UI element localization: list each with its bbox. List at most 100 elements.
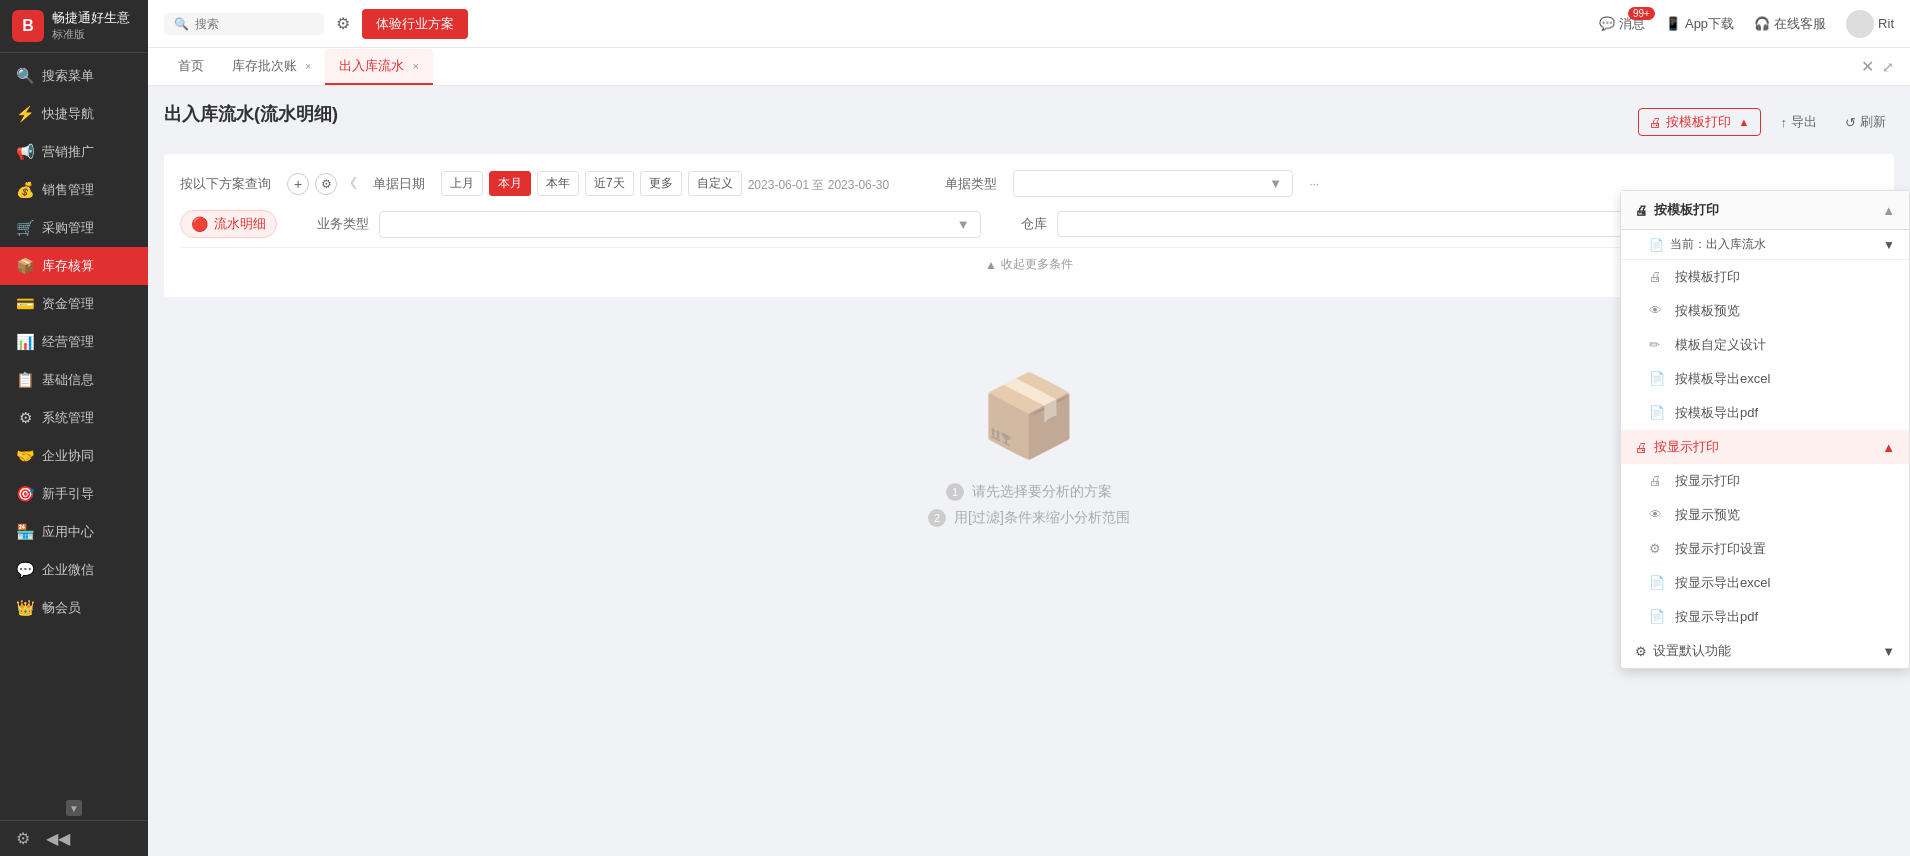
- sidebar-item-collab[interactable]: 🤝 企业协同: [0, 437, 148, 475]
- sidebar-item-system[interactable]: ⚙ 系统管理: [0, 399, 148, 437]
- export-btn[interactable]: ↑ 导出: [1773, 109, 1826, 135]
- step-num-2: 2: [928, 509, 946, 527]
- guide-icon: 🎯: [16, 485, 34, 503]
- sidebar-label-sales: 销售管理: [42, 181, 94, 199]
- topbar-settings-icon[interactable]: ⚙: [336, 14, 350, 33]
- sidebar-label-marketing: 营销推广: [42, 143, 94, 161]
- page-title: 出入库流水(流水明细): [164, 102, 338, 126]
- online-service-btn[interactable]: 🎧 在线客服: [1754, 15, 1826, 33]
- dropdown-printer-icon: 🖨: [1635, 203, 1648, 218]
- topbar-search[interactable]: 🔍: [164, 13, 324, 35]
- doc-type-select[interactable]: ▼: [1013, 170, 1293, 197]
- settings-icon[interactable]: ⚙: [16, 829, 30, 848]
- tab-home[interactable]: 首页: [164, 49, 218, 85]
- tab-batch-close[interactable]: ×: [305, 60, 311, 72]
- step-num-1: 1: [946, 483, 964, 501]
- business-type-select[interactable]: ▼: [379, 211, 981, 238]
- sidebar-item-weixin[interactable]: 💬 企业微信: [0, 551, 148, 589]
- current-arrow-icon: ▼: [1883, 238, 1895, 252]
- date-btn-this-month[interactable]: 本月: [489, 171, 531, 196]
- date-btn-more[interactable]: 更多: [640, 171, 682, 196]
- business-type-arrow-icon: ▼: [957, 217, 970, 232]
- dropdown-template-custom[interactable]: ✏ 模板自定义设计: [1621, 328, 1909, 362]
- tab-close-all-icon[interactable]: ✕: [1861, 57, 1874, 76]
- finance-icon: 💳: [16, 295, 34, 313]
- tab-flow-close[interactable]: ×: [412, 60, 418, 72]
- sidebar-item-marketing[interactable]: 📢 营销推广: [0, 133, 148, 171]
- doc-type-more-btn[interactable]: ···: [1309, 177, 1319, 191]
- sidebar-label-shortcut: 快捷导航: [42, 105, 94, 123]
- dropdown-template-pdf[interactable]: 📄 按模板导出pdf: [1621, 396, 1909, 430]
- sidebar-label-operation: 经营管理: [42, 333, 94, 351]
- shortcut-icon: ⚡: [16, 105, 34, 123]
- page-content: 出入库流水(流水明细) 🖨 按模板打印 ▲ ↑ 导出 ↺ 刷新: [148, 86, 1910, 856]
- sidebar-item-guide[interactable]: 🎯 新手引导: [0, 475, 148, 513]
- tab-batch[interactable]: 库存批次账 ×: [218, 49, 325, 85]
- warehouse-label: 仓库: [1021, 215, 1047, 233]
- inventory-icon: 📦: [16, 257, 34, 275]
- sidebar-label-search: 搜索菜单: [42, 67, 94, 85]
- empty-icon: 📦: [979, 369, 1079, 463]
- logo-icon: B: [12, 10, 44, 42]
- dropdown-display-settings[interactable]: ⚙ 按显示打印设置: [1621, 532, 1909, 566]
- refresh-btn[interactable]: ↺ 刷新: [1837, 109, 1894, 135]
- sidebar-scroll-down[interactable]: ▼: [0, 796, 148, 820]
- dropdown-display-print[interactable]: 🖨 按显示打印: [1621, 464, 1909, 498]
- sidebar-nav: 🔍 搜索菜单 ⚡ 快捷导航 📢 营销推广 💰 销售管理 🛒 采购管理 📦 库存核…: [0, 53, 148, 796]
- collab-icon: 🤝: [16, 447, 34, 465]
- template-excel-icon: 📄: [1649, 371, 1665, 387]
- dropdown-footer[interactable]: ⚙ 设置默认功能 ▼: [1621, 634, 1909, 668]
- dropdown-arrow-icon[interactable]: ▲: [1882, 203, 1895, 218]
- filter-settings-btn[interactable]: ⚙: [315, 173, 337, 195]
- sidebar-item-shortcut[interactable]: ⚡ 快捷导航: [0, 95, 148, 133]
- export-icon: ↑: [1781, 115, 1788, 130]
- filter-collapse-btn[interactable]: 《: [343, 175, 357, 193]
- message-btn[interactable]: 💬 消息 99+: [1599, 15, 1645, 33]
- sidebar-label-weixin: 企业微信: [42, 561, 94, 579]
- empty-step-2: 2 用[过滤]条件来缩小分析范围: [928, 509, 1130, 527]
- collapse-sidebar-icon[interactable]: ◀◀: [46, 829, 70, 848]
- display-section-header[interactable]: 🖨 按显示打印 ▲: [1621, 430, 1909, 464]
- system-icon: ⚙: [16, 409, 34, 427]
- filter-add-btn[interactable]: +: [287, 173, 309, 195]
- sidebar-label-system: 系统管理: [42, 409, 94, 427]
- sidebar-item-sales[interactable]: 💰 销售管理: [0, 171, 148, 209]
- date-btn-custom[interactable]: 自定义: [688, 171, 742, 196]
- dropdown-template-excel[interactable]: 📄 按模板导出excel: [1621, 362, 1909, 396]
- sidebar-item-appstore[interactable]: 🏪 应用中心: [0, 513, 148, 551]
- user-area[interactable]: Rit: [1846, 10, 1894, 38]
- operation-icon: 📊: [16, 333, 34, 351]
- sidebar-item-member[interactable]: 👑 畅会员: [0, 589, 148, 627]
- display-preview-icon: 👁: [1649, 507, 1665, 523]
- dropdown-display-pdf[interactable]: 📄 按显示导出pdf: [1621, 600, 1909, 634]
- sidebar-item-purchase[interactable]: 🛒 采购管理: [0, 209, 148, 247]
- dropdown-display-excel[interactable]: 📄 按显示导出excel: [1621, 566, 1909, 600]
- dropdown-display-preview[interactable]: 👁 按显示预览: [1621, 498, 1909, 532]
- template-print-btn[interactable]: 🖨 按模板打印 ▲: [1638, 108, 1761, 136]
- dropdown-template-print[interactable]: 🖨 按模板打印: [1621, 260, 1909, 294]
- doc-type-label: 单据类型: [945, 175, 997, 193]
- warehouse-item: 仓库 ···: [1021, 211, 1685, 237]
- sidebar-item-inventory[interactable]: 📦 库存核算: [0, 247, 148, 285]
- sidebar-label-collab: 企业协同: [42, 447, 94, 465]
- sidebar-item-basic[interactable]: 📋 基础信息: [0, 361, 148, 399]
- topbar-search-input[interactable]: [195, 17, 314, 31]
- sidebar-item-search[interactable]: 🔍 搜索菜单: [0, 57, 148, 95]
- tab-expand-icon[interactable]: ⤢: [1882, 59, 1894, 75]
- dropdown-template-preview[interactable]: 👁 按模板预览: [1621, 294, 1909, 328]
- tab-flow[interactable]: 出入库流水 ×: [325, 49, 432, 85]
- appstore-icon: 🏪: [16, 523, 34, 541]
- tabs-actions: ✕ ⤢: [1861, 57, 1894, 76]
- sidebar-item-operation[interactable]: 📊 经营管理: [0, 323, 148, 361]
- filter-actions: + ⚙ 《: [287, 173, 357, 195]
- sidebar-label-purchase: 采购管理: [42, 219, 94, 237]
- date-btn-last-month[interactable]: 上月: [441, 171, 483, 196]
- sidebar-bottom: ⚙ ◀◀: [0, 820, 148, 856]
- dropdown-menu: 🖨 按模板打印 ▲ 📄 当前：出入库流水 ▼ 🖨 按模板打印: [1620, 190, 1910, 669]
- date-btn-7days[interactable]: 近7天: [585, 171, 634, 196]
- sidebar-item-finance[interactable]: 💳 资金管理: [0, 285, 148, 323]
- industry-btn[interactable]: 体验行业方案: [362, 9, 468, 39]
- warehouse-select[interactable]: ···: [1057, 211, 1685, 237]
- app-download-btn[interactable]: 📱 App下载: [1665, 15, 1734, 33]
- date-btn-this-year[interactable]: 本年: [537, 171, 579, 196]
